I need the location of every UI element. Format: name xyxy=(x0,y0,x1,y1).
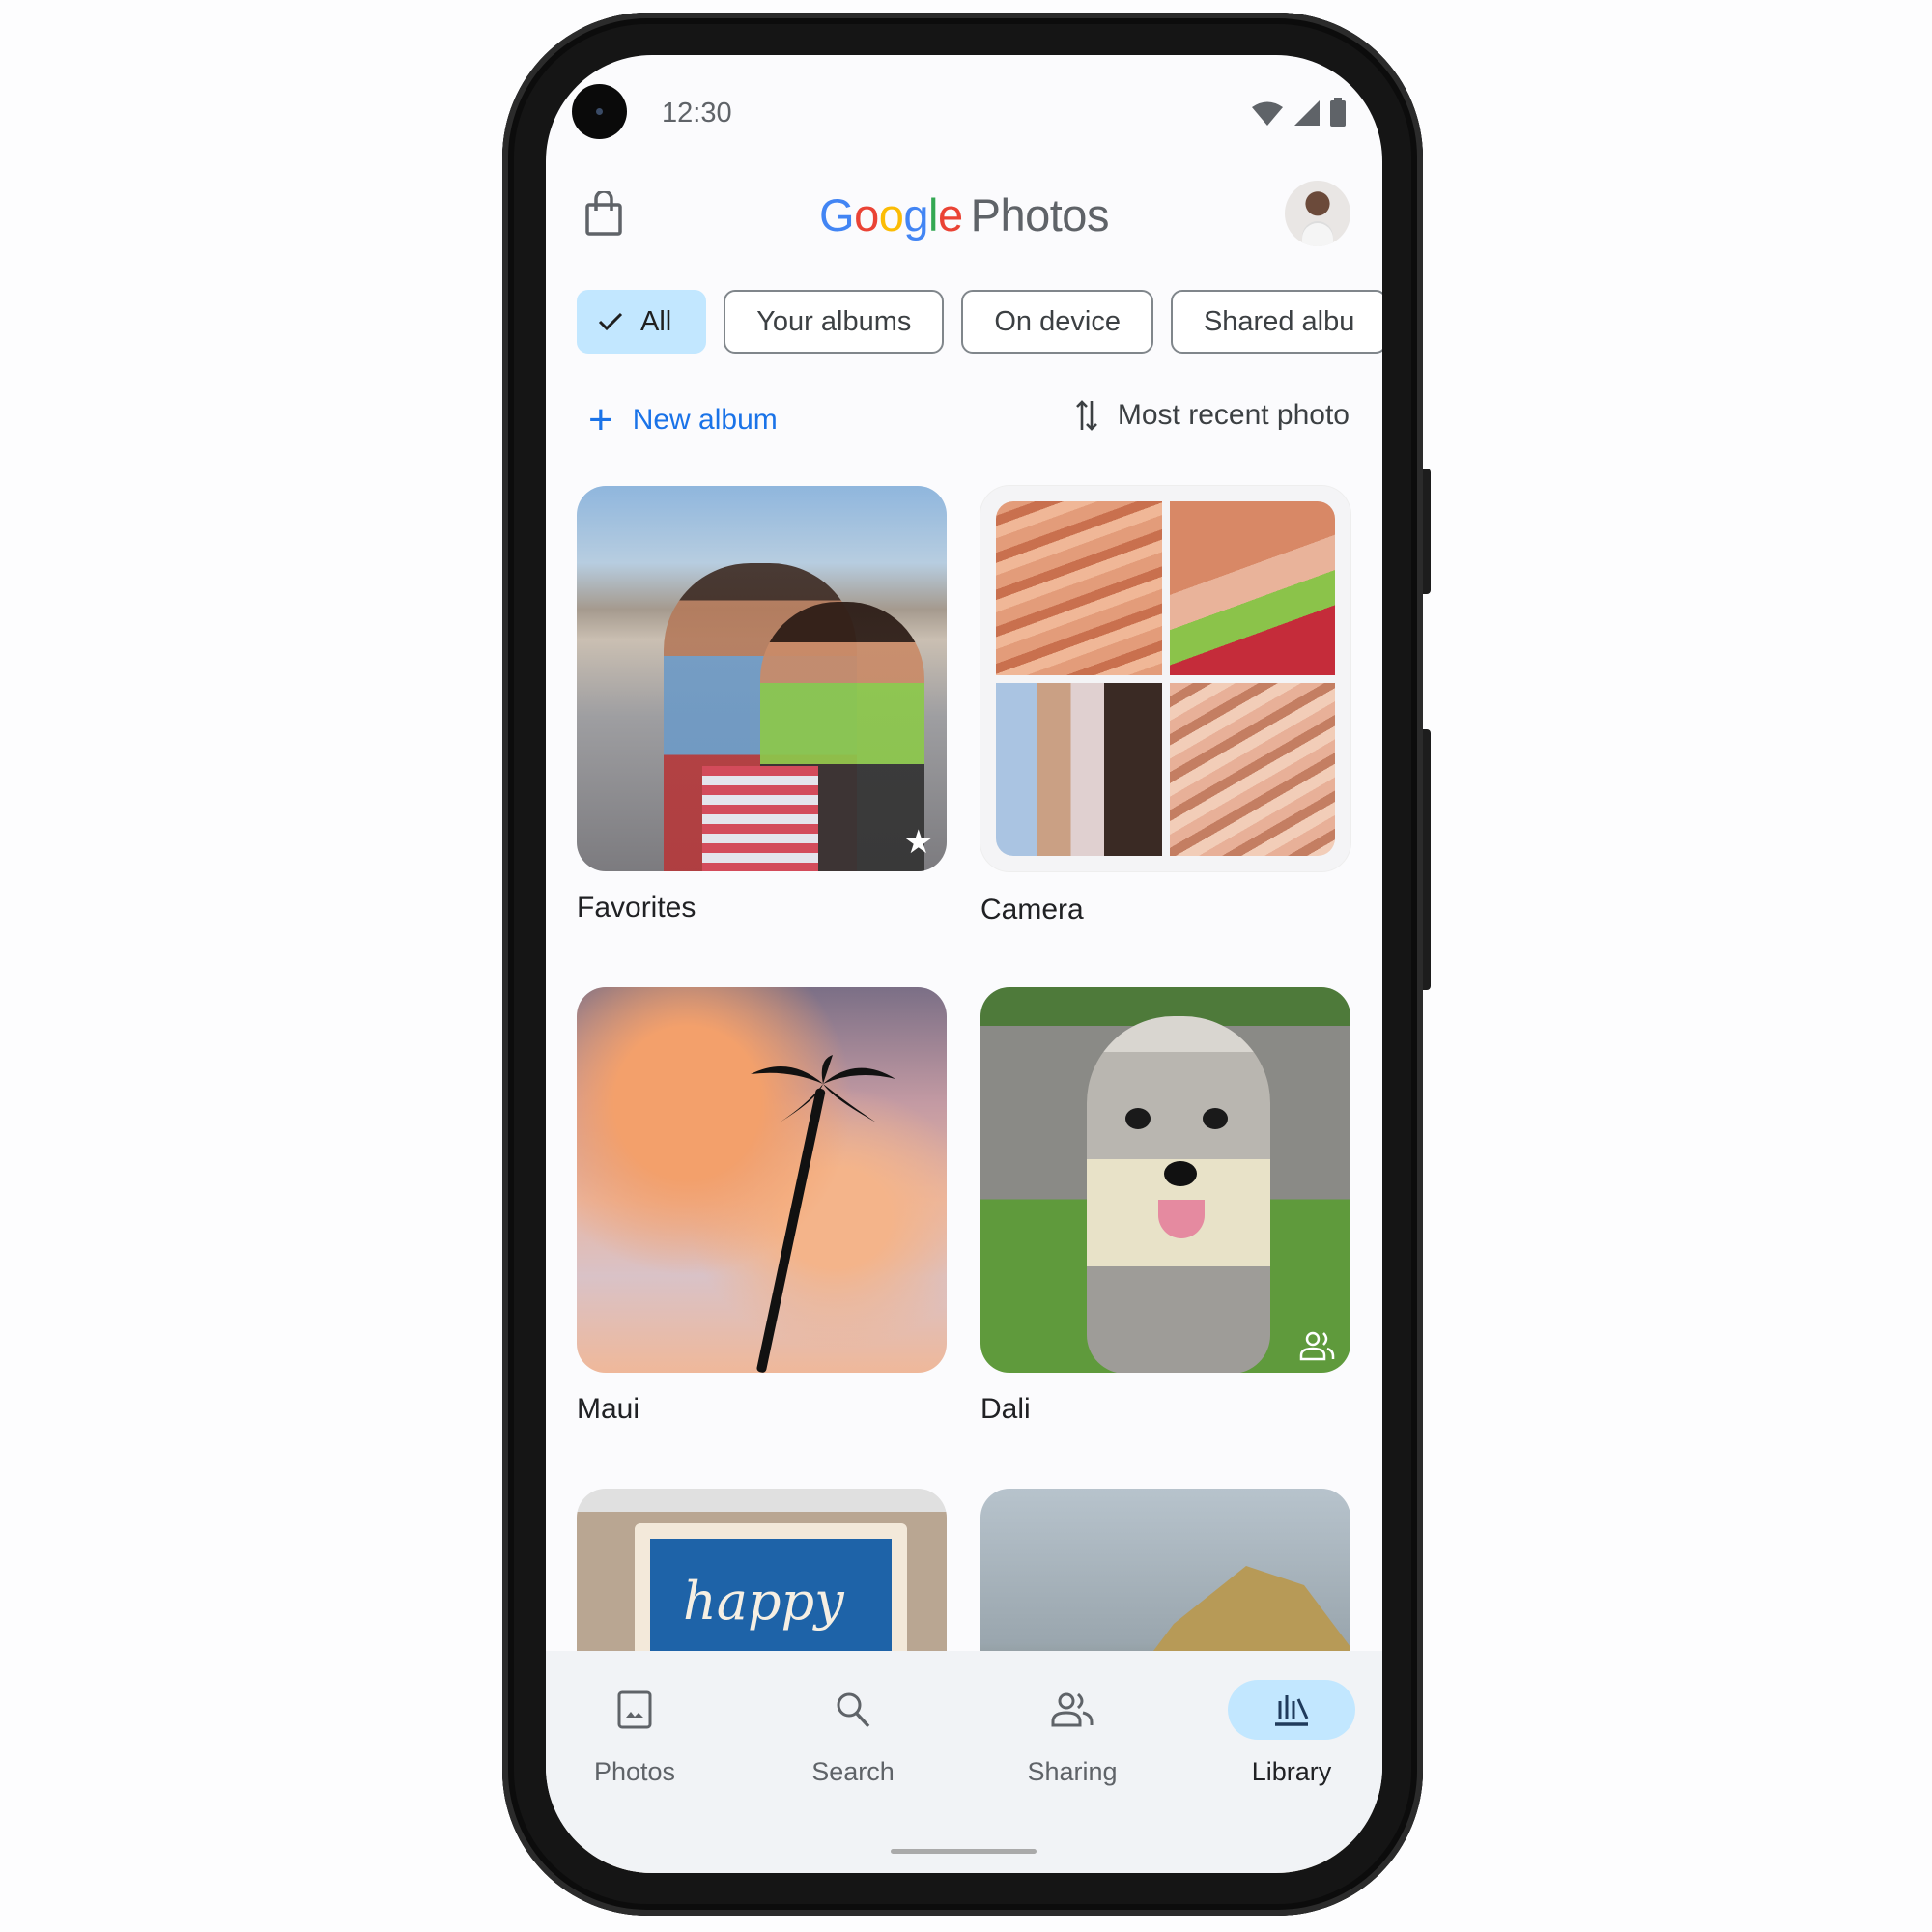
album-label[interactable]: Favorites xyxy=(577,892,696,924)
camera-photo-3 xyxy=(996,682,1162,856)
check-icon xyxy=(598,312,623,331)
photo-icon xyxy=(617,1690,652,1729)
camera-photo-4 xyxy=(1169,682,1335,856)
camera-photo-2 xyxy=(1169,501,1335,675)
library-icon xyxy=(1275,1695,1309,1726)
chip-your-albums[interactable]: Your albums xyxy=(724,290,945,354)
album-label[interactable]: Camera xyxy=(980,894,1084,926)
nav-sharing[interactable]: Sharing xyxy=(976,1651,1169,1787)
search-icon xyxy=(837,1692,870,1728)
shared-people-icon xyxy=(1299,1331,1335,1361)
phone-screen: 12:30 Google Photos All Your albums On de… xyxy=(546,55,1382,1873)
battery-icon xyxy=(1330,98,1346,127)
album-thumbnail-maui[interactable] xyxy=(577,987,947,1373)
status-time: 12:30 xyxy=(662,98,732,128)
cake-writing: happy xyxy=(683,1571,844,1632)
chip-on-device[interactable]: On device xyxy=(961,290,1153,354)
volume-button xyxy=(1423,729,1431,990)
library-active-indicator xyxy=(1228,1680,1355,1740)
chip-shared-albums[interactable]: Shared albu xyxy=(1170,290,1382,354)
sort-arrows-icon xyxy=(1075,400,1097,431)
wifi-icon xyxy=(1252,101,1283,126)
album-label[interactable]: Dali xyxy=(980,1393,1031,1426)
album-thumbnail-dali[interactable] xyxy=(980,987,1350,1373)
new-album-button[interactable]: + New album xyxy=(588,399,778,441)
home-gesture-bar[interactable] xyxy=(891,1849,1037,1854)
bottom-navigation: Photos Search Sharing Library xyxy=(546,1651,1382,1873)
sharing-people-icon xyxy=(1051,1692,1094,1727)
album-label[interactable]: Maui xyxy=(577,1393,639,1426)
power-button xyxy=(1423,469,1431,594)
star-icon: ★ xyxy=(903,824,933,861)
palm-leaves xyxy=(751,1055,895,1122)
logo-product-name: Photos xyxy=(970,189,1110,241)
nav-library[interactable]: Library xyxy=(1195,1651,1382,1787)
account-avatar[interactable] xyxy=(1285,181,1350,246)
google-photos-logo: Google Photos xyxy=(819,189,1110,241)
nav-photos[interactable]: Photos xyxy=(546,1651,731,1787)
front-camera xyxy=(572,84,627,139)
plus-icon: + xyxy=(588,396,613,443)
album-thumbnail-camera[interactable] xyxy=(980,486,1350,871)
camera-photo-1 xyxy=(996,501,1162,675)
chip-all[interactable]: All xyxy=(577,290,707,354)
sort-button[interactable]: Most recent photo xyxy=(1075,399,1350,432)
nav-search[interactable]: Search xyxy=(756,1651,950,1787)
cellular-signal-icon xyxy=(1294,100,1320,126)
album-thumbnail-favorites[interactable]: ★ xyxy=(577,486,947,871)
status-icons xyxy=(1251,98,1346,127)
dog xyxy=(1087,1016,1270,1373)
filter-chip-row: All Your albums On device Shared albu xyxy=(577,290,1382,354)
